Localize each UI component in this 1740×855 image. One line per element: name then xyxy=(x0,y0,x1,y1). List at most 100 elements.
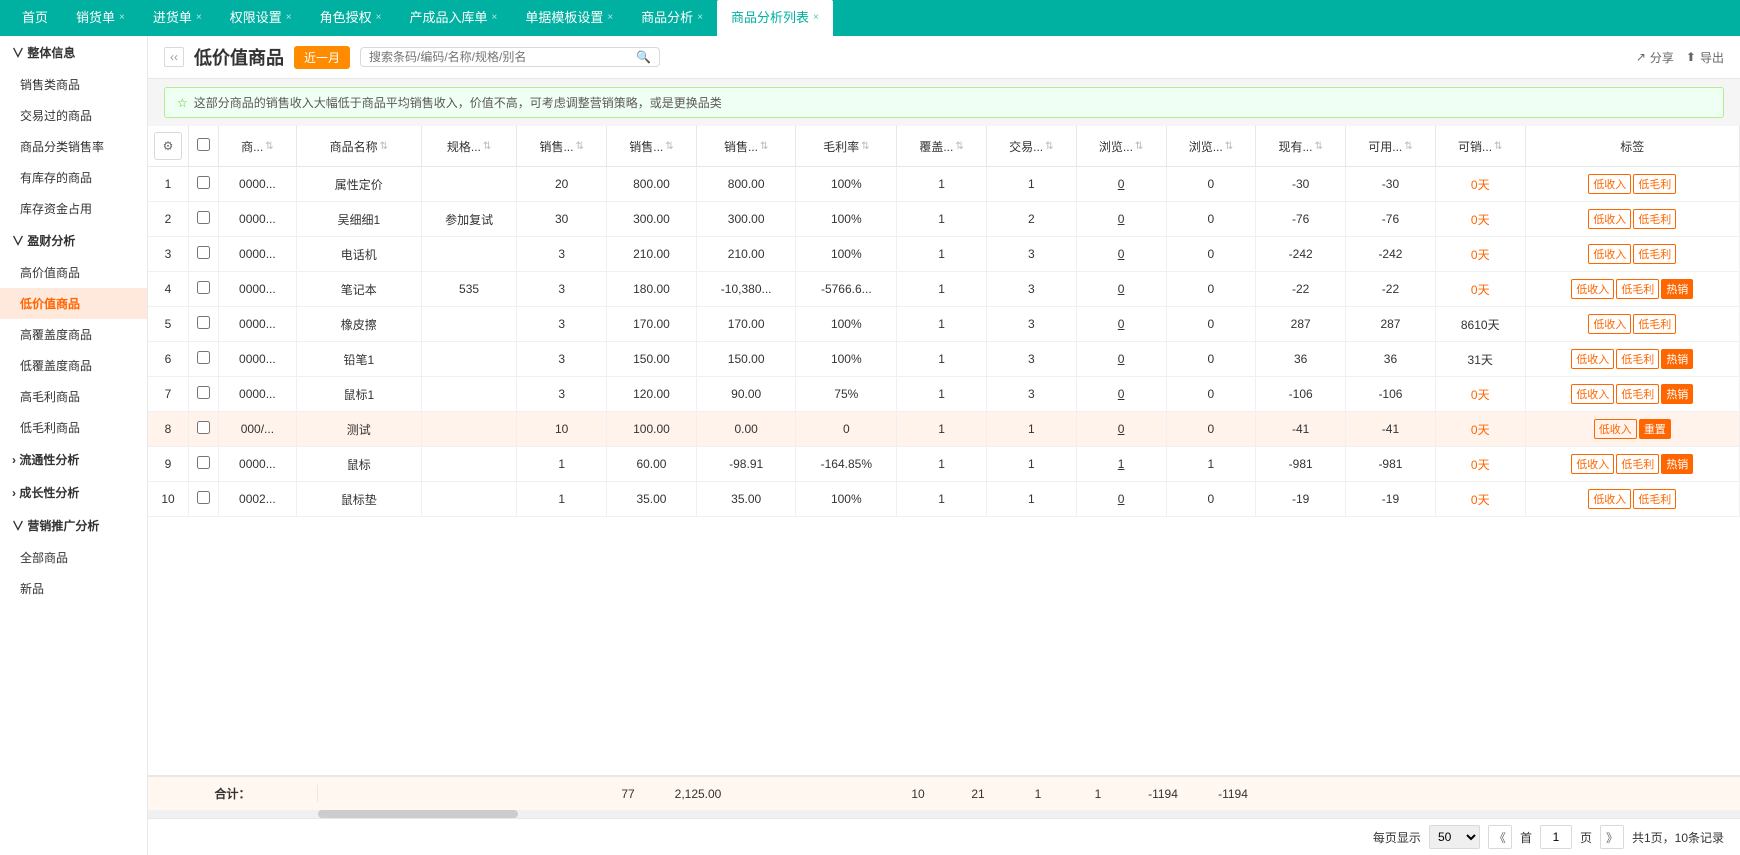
scrollbar-thumb[interactable] xyxy=(318,810,518,818)
sidebar-item-交易过的商品[interactable]: 交易过的商品 xyxy=(0,100,147,131)
browse1-link[interactable]: 0 xyxy=(1118,212,1125,226)
sidebar-group-营销推广分析[interactable]: ∨ 营销推广分析 xyxy=(0,509,147,542)
sidebar-group-盈财分析[interactable]: ∨ 盈财分析 xyxy=(0,224,147,257)
select-all-checkbox[interactable] xyxy=(197,138,210,151)
table-row: 20000...吴细细1参加复试30300.00300.00100%1200-7… xyxy=(148,202,1740,237)
salesamt-column-header[interactable]: 销售...⇅ xyxy=(607,126,697,167)
filter-button[interactable]: 近一月 xyxy=(294,46,350,69)
browse1-link[interactable]: 0 xyxy=(1118,282,1125,296)
close-icon[interactable]: × xyxy=(286,0,292,36)
sidebar-group-成长性分析[interactable]: › 成长性分析 xyxy=(0,476,147,509)
nav-item-产成品入库单[interactable]: 产成品入库单× xyxy=(395,0,511,36)
sort-icon[interactable]: ⇅ xyxy=(861,141,869,152)
sort-icon[interactable]: ⇅ xyxy=(1404,141,1412,152)
gear-button[interactable]: ⚙ xyxy=(154,132,182,160)
sidebar-item-低覆盖度商品[interactable]: 低覆盖度商品 xyxy=(0,350,147,381)
sort-icon[interactable]: ⇅ xyxy=(1314,141,1322,152)
row-checkbox[interactable] xyxy=(197,351,210,364)
sidebar-group-流通性分析[interactable]: › 流通性分析 xyxy=(0,443,147,476)
browse2: 0 xyxy=(1166,412,1256,447)
sidebar-item-销售类商品[interactable]: 销售类商品 xyxy=(0,69,147,100)
transaction-column-header[interactable]: 交易...⇅ xyxy=(986,126,1076,167)
salesamt2-column-header[interactable]: 销售...⇅ xyxy=(696,126,796,167)
collapse-button[interactable]: ‹‹ xyxy=(164,47,184,67)
horizontal-scrollbar[interactable] xyxy=(148,810,1740,818)
close-icon[interactable]: × xyxy=(196,0,202,36)
browse2-column-header[interactable]: 浏览...⇅ xyxy=(1166,126,1256,167)
sort-icon[interactable]: ⇅ xyxy=(1494,141,1502,152)
nav-item-进货单[interactable]: 进货单× xyxy=(139,0,216,36)
page-number-input[interactable] xyxy=(1540,825,1572,849)
share-button[interactable]: ↗ 分享 xyxy=(1636,49,1674,66)
row-checkbox[interactable] xyxy=(197,316,210,329)
export-button[interactable]: ⬆ 导出 xyxy=(1686,49,1724,66)
close-icon[interactable]: × xyxy=(607,0,613,36)
browse1-link[interactable]: 0 xyxy=(1118,177,1125,191)
close-icon[interactable]: × xyxy=(697,0,703,36)
nav-item-销货单[interactable]: 销货单× xyxy=(62,0,139,36)
sidebar-item-有库存的商品[interactable]: 有库存的商品 xyxy=(0,162,147,193)
nav-item-商品分析列表[interactable]: 商品分析列表× xyxy=(717,0,833,36)
code-column-header[interactable]: 商...⇅ xyxy=(219,126,297,167)
sidebar-item-新品[interactable]: 新品 xyxy=(0,573,147,604)
row-checkbox[interactable] xyxy=(197,386,210,399)
sort-icon[interactable]: ⇅ xyxy=(380,141,388,152)
spec-column-header[interactable]: 规格...⇅ xyxy=(421,126,516,167)
browse1-link[interactable]: 0 xyxy=(1118,317,1125,331)
search-input[interactable] xyxy=(369,50,636,64)
sort-icon[interactable]: ⇅ xyxy=(483,141,491,152)
search-icon[interactable]: 🔍 xyxy=(636,50,651,64)
current-column-header[interactable]: 现有...⇅ xyxy=(1256,126,1346,167)
sidebar-group-整体信息[interactable]: ∨ 整体信息 xyxy=(0,36,147,69)
sidebar-item-全部商品[interactable]: 全部商品 xyxy=(0,542,147,573)
saleable-column-header[interactable]: 可销...⇅ xyxy=(1435,126,1525,167)
sidebar-item-高毛利商品[interactable]: 高毛利商品 xyxy=(0,381,147,412)
nav-item-首页[interactable]: 首页 xyxy=(8,0,62,36)
row-checkbox[interactable] xyxy=(197,211,210,224)
row-checkbox[interactable] xyxy=(197,281,210,294)
sort-icon[interactable]: ⇅ xyxy=(760,141,768,152)
browse1-link[interactable]: 0 xyxy=(1118,352,1125,366)
nav-item-商品分析[interactable]: 商品分析× xyxy=(627,0,717,36)
sort-icon[interactable]: ⇅ xyxy=(1045,141,1053,152)
sort-icon[interactable]: ⇅ xyxy=(265,141,273,152)
close-icon[interactable]: × xyxy=(813,0,819,36)
next-page-button[interactable]: 》 xyxy=(1600,825,1624,849)
sort-icon[interactable]: ⇅ xyxy=(575,141,583,152)
available-column-header[interactable]: 可用...⇅ xyxy=(1346,126,1436,167)
nav-item-角色授权[interactable]: 角色授权× xyxy=(306,0,396,36)
sort-icon[interactable]: ⇅ xyxy=(1135,141,1143,152)
browse1-link[interactable]: 0 xyxy=(1118,247,1125,261)
browse1-link[interactable]: 0 xyxy=(1118,422,1125,436)
sidebar-item-高价值商品[interactable]: 高价值商品 xyxy=(0,257,147,288)
browse1-link[interactable]: 0 xyxy=(1118,492,1125,506)
name-column-header[interactable]: 商品名称⇅ xyxy=(296,126,421,167)
close-icon[interactable]: × xyxy=(376,0,382,36)
sort-icon[interactable]: ⇅ xyxy=(955,141,963,152)
sidebar-item-低价值商品[interactable]: 低价值商品 xyxy=(0,288,147,319)
sidebar-item-低毛利商品[interactable]: 低毛利商品 xyxy=(0,412,147,443)
data-table-wrapper[interactable]: ⚙ 商...⇅ 商品名称⇅ 规格...⇅ xyxy=(148,126,1740,775)
row-checkbox[interactable] xyxy=(197,456,210,469)
browse1-link[interactable]: 1 xyxy=(1118,457,1125,471)
sidebar-item-库存资金占用[interactable]: 库存资金占用 xyxy=(0,193,147,224)
row-checkbox[interactable] xyxy=(197,491,210,504)
close-icon[interactable]: × xyxy=(119,0,125,36)
row-checkbox[interactable] xyxy=(197,176,210,189)
sort-icon[interactable]: ⇅ xyxy=(665,141,673,152)
sidebar-item-高覆盖度商品[interactable]: 高覆盖度商品 xyxy=(0,319,147,350)
nav-item-权限设置[interactable]: 权限设置× xyxy=(216,0,306,36)
close-icon[interactable]: × xyxy=(491,0,497,36)
sort-icon[interactable]: ⇅ xyxy=(1225,141,1233,152)
coverage-column-header[interactable]: 覆盖...⇅ xyxy=(897,126,987,167)
grossmargin-column-header[interactable]: 毛利率⇅ xyxy=(796,126,897,167)
first-page-button[interactable]: 《 xyxy=(1488,825,1512,849)
row-checkbox[interactable] xyxy=(197,421,210,434)
sidebar-item-商品分类销售率[interactable]: 商品分类销售率 xyxy=(0,131,147,162)
row-checkbox[interactable] xyxy=(197,246,210,259)
nav-item-单据模板设置[interactable]: 单据模板设置× xyxy=(511,0,627,36)
browse1-column-header[interactable]: 浏览...⇅ xyxy=(1076,126,1166,167)
per-page-select[interactable]: 50 20 100 xyxy=(1429,825,1480,849)
browse1-link[interactable]: 0 xyxy=(1118,387,1125,401)
salesqty-column-header[interactable]: 销售...⇅ xyxy=(517,126,607,167)
